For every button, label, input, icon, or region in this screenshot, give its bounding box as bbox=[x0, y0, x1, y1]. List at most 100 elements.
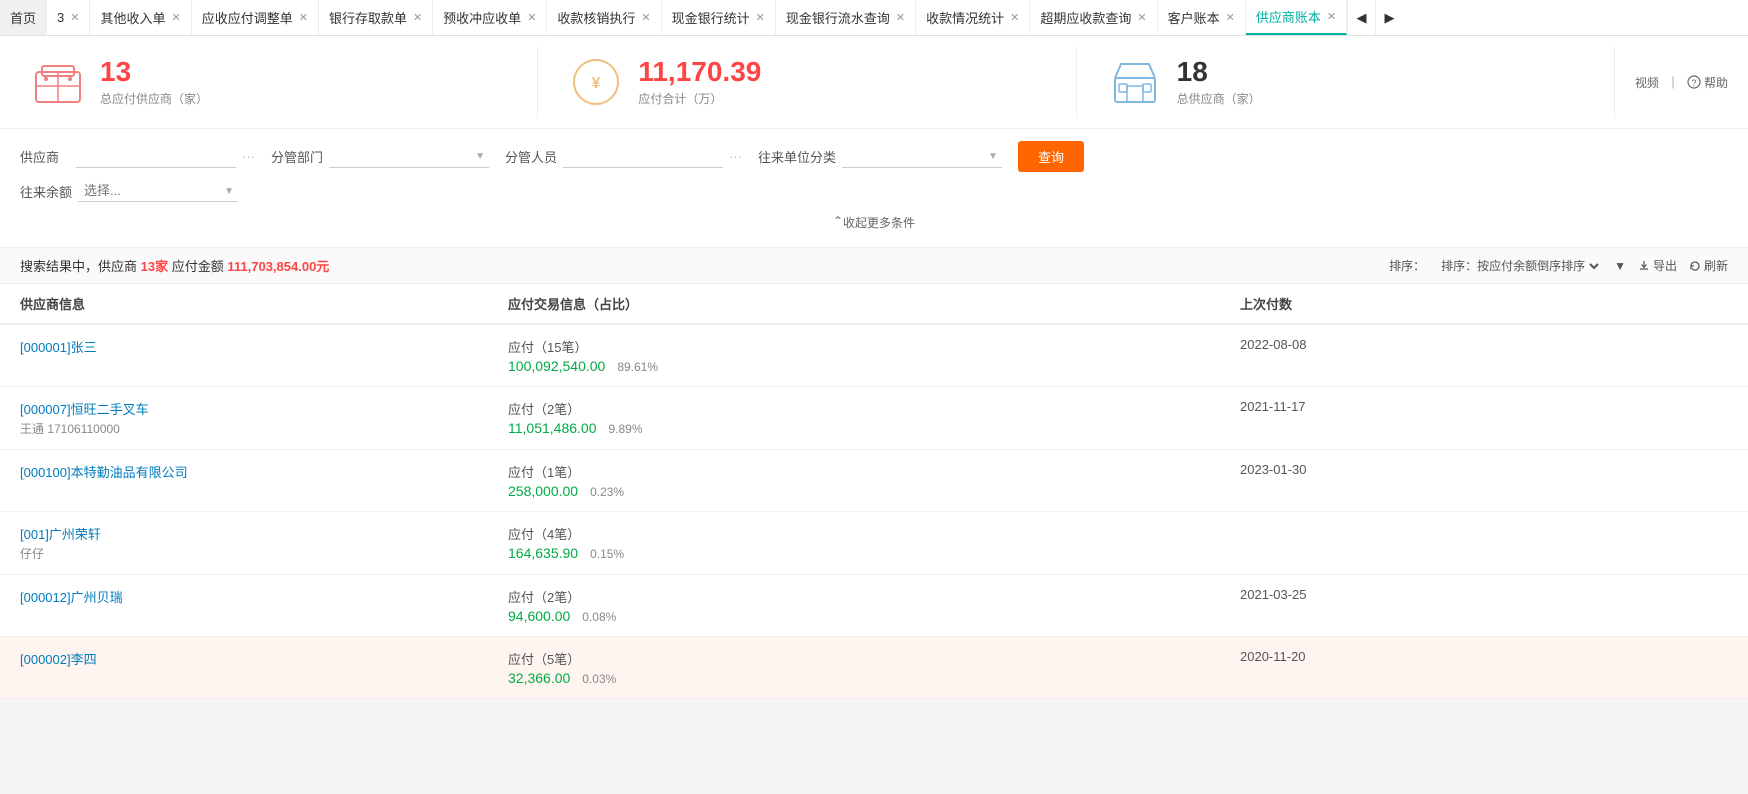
dept-filter-label: 分管部门 bbox=[271, 147, 323, 166]
table-row[interactable]: [001]广州荣轩 仔仔 应付（4笔） 164,635.90 0.15% bbox=[0, 512, 1748, 575]
nav-label: 收款情况统计 bbox=[926, 8, 1004, 27]
filter-row-2: 往来余额 ▼ bbox=[20, 180, 1728, 202]
nav-item-supplier[interactable]: 供应商账本 ✕ bbox=[1246, 0, 1347, 35]
stat-card-payable-suppliers: 13 总应付供应商（家） bbox=[0, 46, 538, 118]
nav-label: 客户账本 bbox=[1168, 8, 1220, 27]
tx-amount[interactable]: 164,635.90 bbox=[508, 545, 578, 561]
chevron-down-icon: ▼ bbox=[1614, 259, 1626, 273]
nav-prev-arrow[interactable]: ◀ bbox=[1347, 0, 1375, 36]
supplier-sub: 仔仔 bbox=[20, 545, 508, 562]
supplier-link[interactable]: [000100]本特勤油品有限公司 bbox=[20, 465, 188, 480]
tx-label: 应付（5笔） bbox=[508, 649, 1240, 668]
close-icon[interactable]: ✕ bbox=[171, 11, 180, 24]
person-input[interactable] bbox=[563, 146, 723, 168]
category-filter-label: 往来单位分类 bbox=[758, 147, 836, 166]
close-icon[interactable]: ✕ bbox=[1226, 11, 1235, 24]
table-header: 供应商信息 应付交易信息（占比） 上次付数 bbox=[0, 284, 1748, 325]
tx-info: 应付（2笔） 11,051,486.00 9.89% bbox=[508, 399, 1240, 436]
dept-select[interactable] bbox=[329, 146, 489, 168]
close-icon[interactable]: ✕ bbox=[1327, 10, 1336, 23]
tx-row: 94,600.00 0.08% bbox=[508, 606, 1240, 624]
close-icon[interactable]: ✕ bbox=[527, 11, 536, 24]
nav-bar: 首页 3 ✕ 其他收入单 ✕ 应收应付调整单 ✕ 银行存取款单 ✕ 预收冲应收单… bbox=[0, 0, 1748, 36]
supplier-link[interactable]: [000002]李四 bbox=[20, 652, 97, 667]
tx-amount[interactable]: 100,092,540.00 bbox=[508, 358, 605, 374]
nav-item-bank[interactable]: 银行存取款单 ✕ bbox=[319, 0, 433, 35]
nav-item-other-income[interactable]: 其他收入单 ✕ bbox=[90, 0, 191, 35]
video-link[interactable]: 视频 bbox=[1635, 74, 1659, 91]
filter-person: 分管人员 ··· bbox=[505, 146, 742, 168]
result-actions: 排序： 排序：按应付余额倒序排序 ▼ 导出 刷新 bbox=[1389, 257, 1728, 274]
amount-icon: ¥ bbox=[568, 54, 624, 110]
tx-amount[interactable]: 258,000.00 bbox=[508, 483, 578, 499]
nav-item-home[interactable]: 首页 bbox=[0, 0, 47, 35]
actions-sep: ｜ bbox=[1667, 74, 1679, 91]
nav-item-3[interactable]: 3 ✕ bbox=[47, 0, 90, 35]
nav-label: 收款核销执行 bbox=[557, 8, 635, 27]
close-icon[interactable]: ✕ bbox=[896, 11, 905, 24]
nav-next-arrow[interactable]: ▶ bbox=[1375, 0, 1403, 36]
close-icon[interactable]: ✕ bbox=[641, 11, 650, 24]
svg-text:?: ? bbox=[1691, 78, 1696, 88]
close-icon[interactable]: ✕ bbox=[413, 11, 422, 24]
tx-pct: 0.23% bbox=[590, 485, 624, 499]
table-row[interactable]: [000001]张三 应付（15笔） 100,092,540.00 89.61%… bbox=[0, 325, 1748, 387]
sort-label: 排序： bbox=[1389, 257, 1425, 274]
table-row[interactable]: [000002]李四 应付（5笔） 32,366.00 0.03% 2020-1… bbox=[0, 637, 1748, 699]
export-button[interactable]: 导出 bbox=[1638, 257, 1677, 274]
nav-item-overdue[interactable]: 超期应收款查询 ✕ bbox=[1030, 0, 1157, 35]
help-link[interactable]: ? 帮助 bbox=[1687, 74, 1728, 91]
last-pay: 2020-11-20 bbox=[1240, 649, 1728, 664]
tx-amount[interactable]: 32,366.00 bbox=[508, 670, 570, 686]
supplier-icon bbox=[30, 54, 86, 110]
filter-supplier: 供应商 ··· bbox=[20, 146, 255, 168]
nav-label: 现金银行统计 bbox=[672, 8, 750, 27]
close-icon[interactable]: ✕ bbox=[756, 11, 765, 24]
tx-label: 应付（15笔） bbox=[508, 337, 1240, 356]
nav-item-verify[interactable]: 收款核销执行 ✕ bbox=[547, 0, 661, 35]
nav-label: 其他收入单 bbox=[100, 8, 165, 27]
table-row[interactable]: [000012]广州贝瑞 应付（2笔） 94,600.00 0.08% 2021… bbox=[0, 575, 1748, 637]
stats-row: 13 总应付供应商（家） ¥ 11,170.39 应付合计（万） 1 bbox=[0, 36, 1748, 129]
person-filter-label: 分管人员 bbox=[505, 147, 557, 166]
close-icon[interactable]: ✕ bbox=[1010, 11, 1019, 24]
dept-select-wrapper: ▼ bbox=[329, 146, 489, 168]
filter-row-1: 供应商 ··· 分管部门 ▼ 分管人员 ··· 往来单位分类 ▼ 查询 bbox=[20, 141, 1728, 172]
tx-info: 应付（15笔） 100,092,540.00 89.61% bbox=[508, 337, 1240, 374]
collapse-bar[interactable]: ⌃ 收起更多条件 bbox=[20, 210, 1728, 235]
category-select[interactable] bbox=[842, 146, 1002, 168]
supplier-link[interactable]: [000012]广州贝瑞 bbox=[20, 590, 123, 605]
nav-item-cash-stat[interactable]: 现金银行统计 ✕ bbox=[662, 0, 776, 35]
tx-amount[interactable]: 94,600.00 bbox=[508, 608, 570, 624]
person-dots-icon[interactable]: ··· bbox=[729, 149, 742, 164]
stat-number-amount: 11,170.39 bbox=[638, 57, 761, 88]
nav-item-cash-flow[interactable]: 现金银行流水查询 ✕ bbox=[776, 0, 916, 35]
nav-item-collect-stat[interactable]: 收款情况统计 ✕ bbox=[916, 0, 1030, 35]
filter-balance: 往来余额 ▼ bbox=[20, 180, 238, 202]
supplier-link[interactable]: [000001]张三 bbox=[20, 340, 97, 355]
query-button[interactable]: 查询 bbox=[1018, 141, 1084, 172]
nav-label: 3 bbox=[57, 10, 64, 25]
refresh-button[interactable]: 刷新 bbox=[1689, 257, 1728, 274]
supplier-info: [000007]恒旺二手叉车 王通 17106110000 bbox=[20, 399, 508, 437]
sort-select[interactable]: 排序：按应付余额倒序排序 bbox=[1437, 258, 1602, 274]
supplier-dots-icon[interactable]: ··· bbox=[242, 149, 255, 164]
close-icon[interactable]: ✕ bbox=[299, 11, 308, 24]
tx-pct: 89.61% bbox=[617, 360, 658, 374]
supplier-link[interactable]: [000007]恒旺二手叉车 bbox=[20, 402, 149, 417]
supplier-input[interactable] bbox=[76, 146, 236, 168]
balance-select-wrapper: ▼ bbox=[78, 180, 238, 202]
table-row[interactable]: [000007]恒旺二手叉车 王通 17106110000 应付（2笔） 11,… bbox=[0, 387, 1748, 450]
table-row[interactable]: [000100]本特勤油品有限公司 应付（1笔） 258,000.00 0.23… bbox=[0, 450, 1748, 512]
nav-item-adjustment[interactable]: 应收应付调整单 ✕ bbox=[192, 0, 319, 35]
balance-select[interactable] bbox=[78, 180, 238, 202]
nav-item-customer[interactable]: 客户账本 ✕ bbox=[1158, 0, 1246, 35]
tx-amount[interactable]: 11,051,486.00 bbox=[508, 420, 597, 436]
close-icon[interactable]: ✕ bbox=[1137, 11, 1146, 24]
supplier-link[interactable]: [001]广州荣轩 bbox=[20, 527, 101, 542]
nav-item-prepay[interactable]: 预收冲应收单 ✕ bbox=[433, 0, 547, 35]
close-icon[interactable]: ✕ bbox=[70, 11, 79, 24]
stat-number-payable: 13 bbox=[100, 57, 208, 88]
svg-text:¥: ¥ bbox=[592, 75, 601, 92]
supplier-info: [000100]本特勤油品有限公司 bbox=[20, 462, 508, 481]
